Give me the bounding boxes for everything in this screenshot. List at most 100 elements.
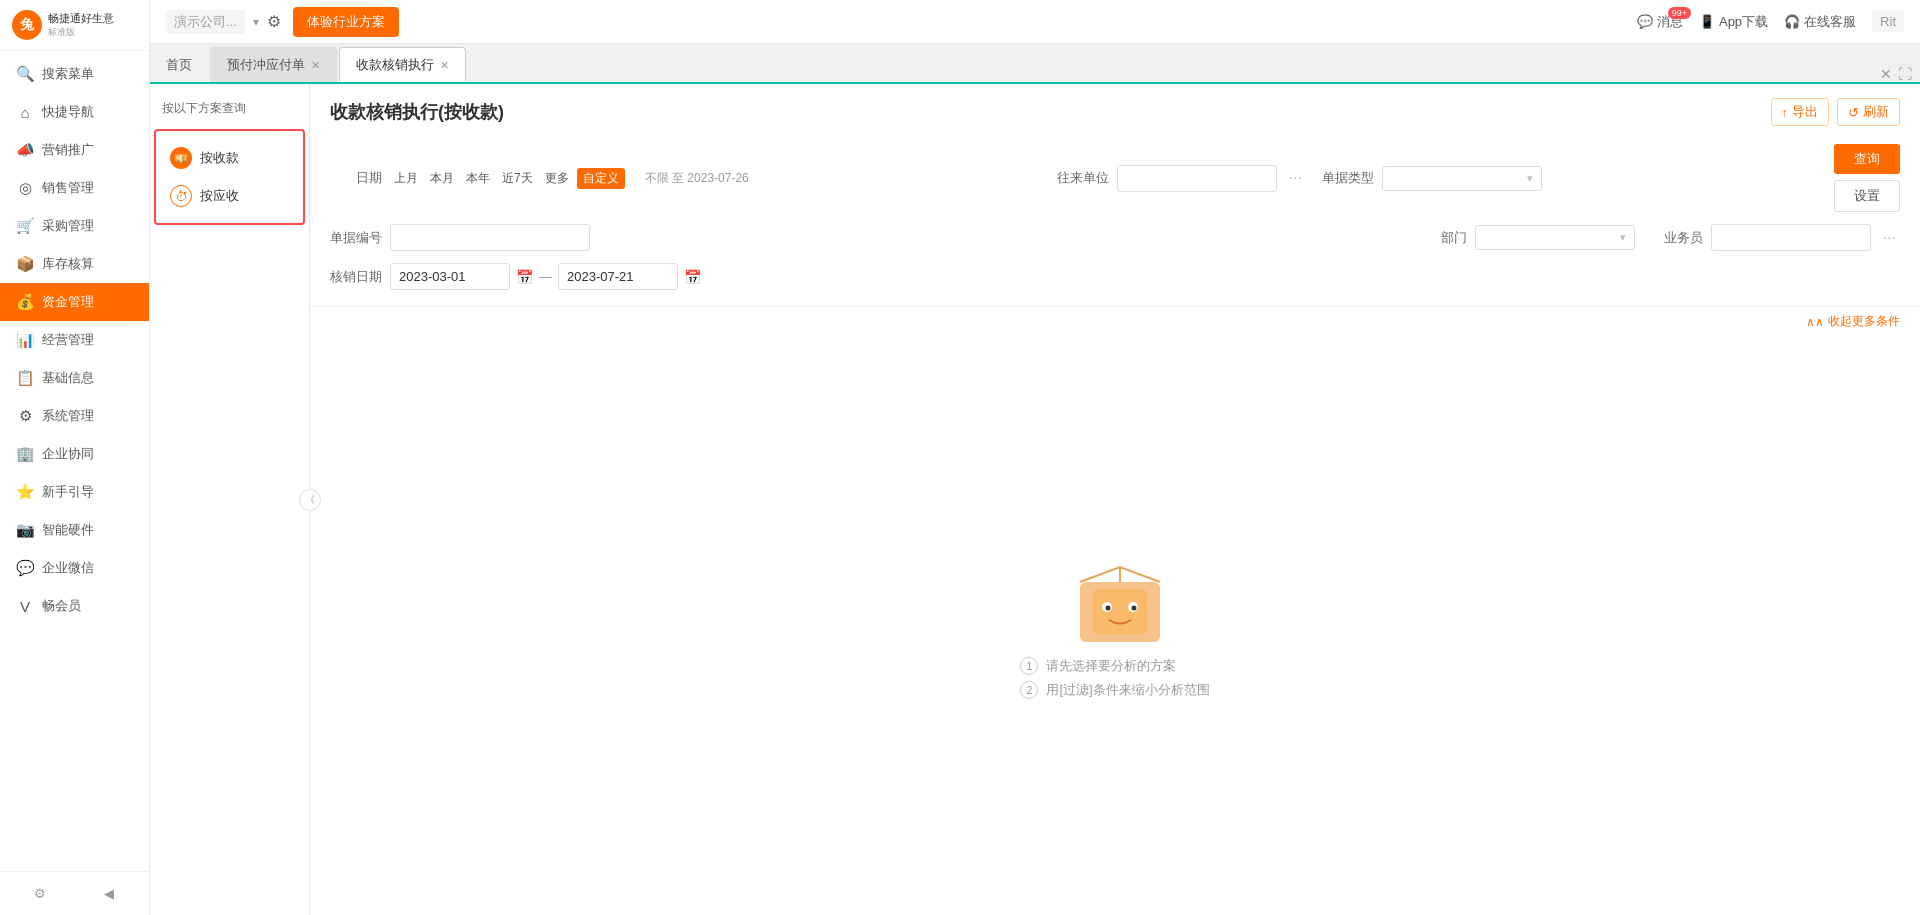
export-btn[interactable]: ↑ 导出 bbox=[1771, 98, 1830, 126]
bill-type-field: 单据类型 ▾ bbox=[1322, 166, 1542, 191]
date-field: 日期 上月 本月 本年 近7天 更多 自定义 bbox=[330, 168, 625, 189]
filter-collapse-btn[interactable]: 《 bbox=[299, 489, 321, 511]
refresh-btn[interactable]: ↺ 刷新 bbox=[1837, 98, 1900, 126]
sidebar-item-system[interactable]: ⚙ 系统管理 bbox=[0, 397, 149, 435]
dept-select[interactable]: ▾ bbox=[1475, 225, 1635, 250]
tab-receivable-label: 收款核销执行 bbox=[356, 56, 434, 74]
setting-btn[interactable]: 设置 bbox=[1834, 180, 1900, 212]
receivable-icon: ⏱ bbox=[170, 185, 192, 207]
sales-icon: ◎ bbox=[16, 179, 34, 197]
verify-date-start-input[interactable] bbox=[390, 263, 510, 290]
phone-icon: 📱 bbox=[1699, 14, 1715, 29]
counterparty-dots-btn[interactable]: ··· bbox=[1285, 169, 1306, 187]
tab-prepay[interactable]: 预付冲应付单 ✕ bbox=[210, 47, 337, 82]
query-btn[interactable]: 查询 bbox=[1834, 144, 1900, 174]
staff-label: 业务员 bbox=[1651, 229, 1703, 247]
date-tag-this-month[interactable]: 本月 bbox=[426, 168, 458, 189]
app-download-btn[interactable]: 📱 App下载 bbox=[1699, 13, 1768, 31]
sidebar-item-wechat[interactable]: 💬 企业微信 bbox=[0, 549, 149, 587]
user-name[interactable]: Rit bbox=[1872, 11, 1904, 32]
tab-home[interactable]: 首页 bbox=[150, 48, 208, 82]
settings-icon[interactable]: ⚙ bbox=[267, 12, 281, 31]
tab-prepay-close[interactable]: ✕ bbox=[311, 59, 320, 72]
sidebar-item-sales[interactable]: ◎ 销售管理 bbox=[0, 169, 149, 207]
sidebar-item-label: 营销推广 bbox=[42, 141, 94, 159]
date-tag-7days[interactable]: 近7天 bbox=[498, 168, 537, 189]
calendar-start-icon[interactable]: 📅 bbox=[516, 269, 533, 285]
tab-close-all-icon[interactable]: ✕ bbox=[1880, 66, 1892, 82]
sidebar-item-marketing[interactable]: 📣 营销推广 bbox=[0, 131, 149, 169]
date-tag-this-year[interactable]: 本年 bbox=[462, 168, 494, 189]
verify-date-range: 📅 — 📅 bbox=[390, 263, 701, 290]
solution-btn[interactable]: 体验行业方案 bbox=[293, 7, 399, 37]
company-name[interactable]: 演示公司... bbox=[166, 10, 245, 34]
sidebar-item-member[interactable]: V 畅会员 bbox=[0, 587, 149, 625]
bill-type-chevron: ▾ bbox=[1527, 172, 1533, 185]
sidebar-item-label: 采购管理 bbox=[42, 217, 94, 235]
empty-text: 1 请先选择要分析的方案 2 用[过滤]条件来缩小分析范围 bbox=[1020, 657, 1209, 705]
content-area: 按以下方案查询 💴 按收款 ⏱ 按应收 《 收款核销执行(按收款) ↑ bbox=[150, 84, 1920, 915]
sidebar-item-label: 企业微信 bbox=[42, 559, 94, 577]
dropdown-icon[interactable]: ▾ bbox=[253, 15, 259, 29]
sidebar-item-purchase[interactable]: 🛒 采购管理 bbox=[0, 207, 149, 245]
sidebar-item-inventory[interactable]: 📦 库存核算 bbox=[0, 245, 149, 283]
member-icon: V bbox=[16, 598, 34, 615]
search-icon: 🔍 bbox=[16, 65, 34, 83]
home-icon: ⌂ bbox=[16, 104, 34, 121]
sidebar-item-label: 快捷导航 bbox=[42, 103, 94, 121]
sidebar-item-label: 经营管理 bbox=[42, 331, 94, 349]
date-label: 日期 bbox=[330, 169, 382, 187]
counterparty-input[interactable] bbox=[1117, 165, 1277, 192]
bill-no-input[interactable] bbox=[390, 224, 590, 251]
sidebar-item-label: 企业协同 bbox=[42, 445, 94, 463]
collapse-sidebar-btn[interactable]: ◀ bbox=[77, 880, 142, 907]
sidebar-item-collab[interactable]: 🏢 企业协同 bbox=[0, 435, 149, 473]
date-tag-last-month[interactable]: 上月 bbox=[390, 168, 422, 189]
filter-option-by-receipt[interactable]: 💴 按收款 bbox=[156, 139, 303, 177]
bill-no-field: 单据编号 bbox=[330, 224, 590, 251]
sidebar-item-quicknav[interactable]: ⌂ 快捷导航 bbox=[0, 93, 149, 131]
management-icon: 📊 bbox=[16, 331, 34, 349]
search-area: 收款核销执行(按收款) ↑ 导出 ↺ 刷新 日期 bbox=[310, 84, 1920, 915]
settings-bottom-btn[interactable]: ⚙ bbox=[8, 880, 73, 907]
purchase-icon: 🛒 bbox=[16, 217, 34, 235]
hint-number-1: 1 bbox=[1020, 657, 1038, 675]
form-actions: 查询 设置 bbox=[1834, 144, 1900, 212]
tab-receivable[interactable]: 收款核销执行 ✕ bbox=[339, 47, 466, 82]
sidebar-item-search[interactable]: 🔍 搜索菜单 bbox=[0, 55, 149, 93]
date-tag-custom[interactable]: 自定义 bbox=[577, 168, 625, 189]
date-quick-tags: 上月 本月 本年 近7天 更多 自定义 bbox=[390, 168, 625, 189]
app-name: 畅捷通好生意 bbox=[48, 11, 114, 25]
staff-input[interactable] bbox=[1711, 224, 1871, 251]
date-tag-more[interactable]: 更多 bbox=[541, 168, 573, 189]
topbar-left: 演示公司... ▾ ⚙ bbox=[166, 10, 281, 34]
logo-icon: 兔 bbox=[12, 10, 42, 40]
inventory-icon: 📦 bbox=[16, 255, 34, 273]
bill-type-select[interactable]: ▾ bbox=[1382, 166, 1542, 191]
page-actions: ↑ 导出 ↺ 刷新 bbox=[1771, 98, 1901, 126]
main-area: 演示公司... ▾ ⚙ 体验行业方案 💬 消息 99+ 📱 App下载 🎧 在线… bbox=[150, 0, 1920, 915]
sidebar-item-management[interactable]: 📊 经营管理 bbox=[0, 321, 149, 359]
collapse-more-btn[interactable]: ∧∧ 收起更多条件 bbox=[310, 306, 1920, 336]
tab-expand-icon[interactable]: ⛶ bbox=[1898, 66, 1912, 82]
tab-receivable-close[interactable]: ✕ bbox=[440, 59, 449, 72]
sidebar-item-hardware[interactable]: 📷 智能硬件 bbox=[0, 511, 149, 549]
sidebar-item-basic[interactable]: 📋 基础信息 bbox=[0, 359, 149, 397]
dept-label: 部门 bbox=[1415, 229, 1467, 247]
filter-option-by-receivable[interactable]: ⏱ 按应收 bbox=[156, 177, 303, 215]
counterparty-field: 往来单位 ··· bbox=[1057, 165, 1306, 192]
online-service-btn[interactable]: 🎧 在线客服 bbox=[1784, 13, 1856, 31]
sidebar-item-finance[interactable]: 💰 资金管理 bbox=[0, 283, 149, 321]
dept-chevron: ▾ bbox=[1620, 231, 1626, 244]
empty-hint-2: 2 用[过滤]条件来缩小分析范围 bbox=[1020, 681, 1209, 699]
export-label: 导出 bbox=[1792, 103, 1818, 121]
collapse-arrow-icon: ∧∧ bbox=[1806, 315, 1824, 329]
sidebar-item-guide[interactable]: ⭐ 新手引导 bbox=[0, 473, 149, 511]
message-btn[interactable]: 💬 消息 99+ bbox=[1637, 13, 1683, 31]
verify-date-end-input[interactable] bbox=[558, 263, 678, 290]
calendar-end-icon[interactable]: 📅 bbox=[684, 269, 701, 285]
message-icon: 💬 bbox=[1637, 14, 1653, 29]
export-icon: ↑ bbox=[1782, 105, 1789, 120]
search-form: 日期 上月 本月 本年 近7天 更多 自定义 不限 至 2023-07-26 bbox=[310, 136, 1920, 302]
staff-dots-btn[interactable]: ··· bbox=[1879, 229, 1900, 247]
